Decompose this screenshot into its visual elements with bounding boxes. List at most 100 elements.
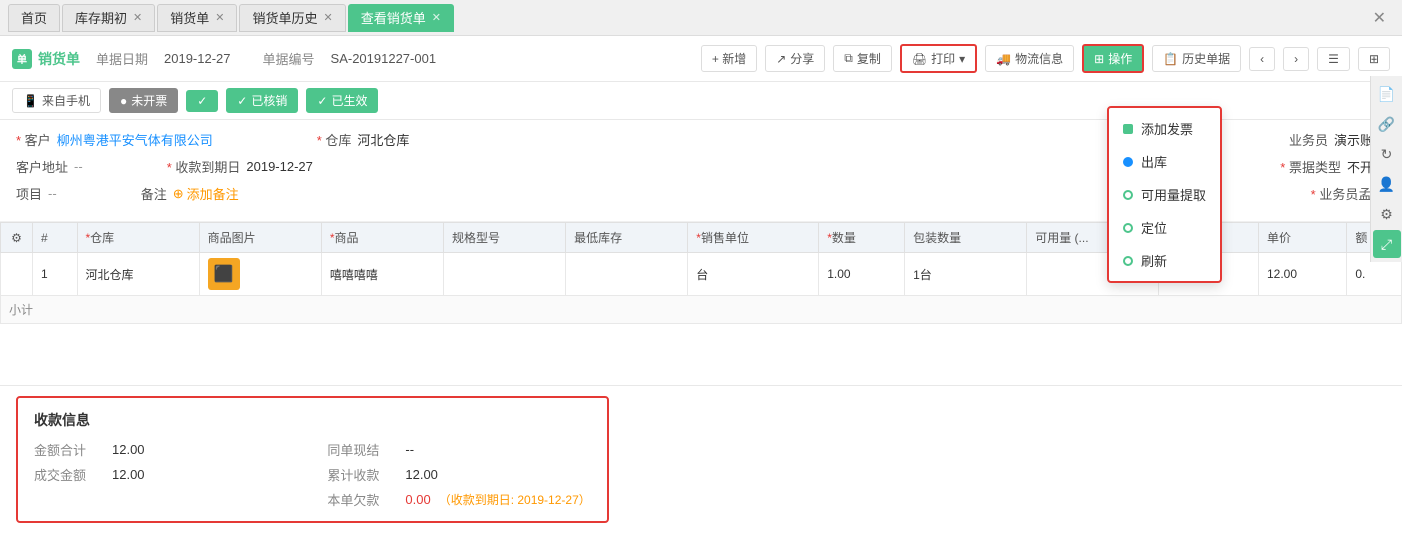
same-order-label: 同单现结 <box>327 440 397 459</box>
note-label: 备注 <box>141 184 167 203</box>
doc-meta: 单据日期 2019-12-27 单据编号 SA-20191227-001 <box>96 49 436 68</box>
right-sidebar: 📄 🔗 ↻ 👤 ⚙ ⤢ <box>1370 76 1402 262</box>
locate-icon <box>1123 223 1133 233</box>
main-close-button[interactable]: ✕ <box>1365 4 1394 32</box>
main-content: 单 销货单 单据日期 2019-12-27 单据编号 SA-20191227-0… <box>0 36 1402 533</box>
number-value: SA-20191227-001 <box>331 51 437 66</box>
sidebar-icon-6[interactable]: ⤢ <box>1373 230 1401 258</box>
note-field: 备注 ⊕ 添加备注 <box>141 184 239 203</box>
sidebar-icon-4[interactable]: 👤 <box>1373 170 1401 198</box>
phone-button[interactable]: 📱 来自手机 <box>12 88 101 113</box>
th-quantity: *数量 <box>819 223 905 253</box>
cumulative-row: 累计收款 12.00 <box>327 465 590 484</box>
warehouse-value: 河北仓库 <box>357 130 409 149</box>
available-qty-label: 可用量提取 <box>1141 185 1206 204</box>
refresh-label: 刷新 <box>1141 251 1167 270</box>
payment-grid: 金额合计 12.00 同单现结 -- 成交金额 12.00 累计收款 12.00… <box>34 440 591 509</box>
tab-history-close[interactable]: ✕ <box>324 11 333 24</box>
th-warehouse: *仓库 <box>77 223 199 253</box>
unopened-button[interactable]: ● 未开票 <box>109 88 178 113</box>
next-button[interactable]: › <box>1283 47 1309 71</box>
sidebar-icon-1[interactable]: 📄 <box>1373 80 1401 108</box>
sold-button[interactable]: ✓ 已核销 <box>226 88 298 113</box>
share-button[interactable]: ↗ 分享 <box>765 45 825 72</box>
operations-button[interactable]: ⊞ 操作 <box>1082 44 1144 73</box>
td-gear <box>1 253 33 296</box>
cumulative-value: 12.00 <box>405 467 438 482</box>
doc-title: 单 销货单 <box>12 49 80 69</box>
address-field: 客户地址 -- <box>16 157 83 176</box>
th-num: # <box>33 223 78 253</box>
prev-button[interactable]: ‹ <box>1249 47 1275 71</box>
tab-sales-history[interactable]: 销货单历史 ✕ <box>239 4 345 32</box>
tab-sales-close[interactable]: ✕ <box>215 11 224 24</box>
toolbar: + 新增 ↗ 分享 ⧉ 复制 🖨 打印 ▾ 🚚 物流信息 ⊞ 操作 <box>701 44 1390 73</box>
subtotal-label: 小计 <box>1 296 1402 324</box>
td-sales-unit: 台 <box>688 253 819 296</box>
same-order-row: 同单现结 -- <box>327 440 590 459</box>
td-pack-qty: 1台 <box>905 253 1027 296</box>
operations-label: 操作 <box>1108 50 1132 67</box>
tab-inventory-close[interactable]: ✕ <box>133 11 142 24</box>
refresh-icon <box>1123 256 1133 266</box>
sidebar-icon-5[interactable]: ⚙ <box>1373 200 1401 228</box>
refresh-item[interactable]: 刷新 <box>1109 244 1220 277</box>
effective-label: 已生效 <box>331 92 367 109</box>
warehouse-field: 仓库 河北仓库 <box>317 130 410 149</box>
tab-sales-order[interactable]: 销货单 ✕ <box>157 4 237 32</box>
add-note-button[interactable]: ⊕ 添加备注 <box>173 184 239 203</box>
unopened-label: 未开票 <box>131 92 167 109</box>
locate-label: 定位 <box>1141 218 1167 237</box>
th-product-img: 商品图片 <box>199 223 321 253</box>
outbound-icon <box>1123 157 1133 167</box>
customer-label: 客户 <box>16 130 51 149</box>
total-amount-row: 金额合计 12.00 <box>34 440 297 459</box>
th-gear: ⚙ <box>1 223 33 253</box>
th-spec: 规格型号 <box>443 223 565 253</box>
logistics-button[interactable]: 🚚 物流信息 <box>985 45 1074 72</box>
add-note-label: 添加备注 <box>187 184 239 203</box>
date-label: 单据日期 <box>96 49 148 68</box>
effective-button[interactable]: ✓ 已生效 <box>306 88 378 113</box>
th-product: *商品 <box>321 223 443 253</box>
check-button[interactable]: ✓ <box>186 90 218 112</box>
phone-label: 来自手机 <box>42 92 90 109</box>
available-qty-item[interactable]: 可用量提取 <box>1109 178 1220 211</box>
sold-label: 已核销 <box>251 92 287 109</box>
customer-value[interactable]: 柳州粤港平安气体有限公司 <box>57 130 213 149</box>
history-icon: 📋 <box>1163 52 1178 66</box>
tab-home[interactable]: 首页 <box>8 4 60 32</box>
history-button[interactable]: 📋 历史单据 <box>1152 45 1241 72</box>
locate-item[interactable]: 定位 <box>1109 211 1220 244</box>
print-button[interactable]: 🖨 打印 ▾ <box>900 44 977 73</box>
bill-type-label: 票据类型 <box>1280 157 1341 176</box>
tab-view-sales[interactable]: 查看销货单 ✕ <box>348 4 454 32</box>
grid-view-button[interactable]: ⊞ <box>1358 47 1390 71</box>
td-min-stock <box>566 253 688 296</box>
subtotal-row: 小计 <box>1 296 1402 324</box>
sidebar-icon-2[interactable]: 🔗 <box>1373 110 1401 138</box>
td-quantity: 1.00 <box>819 253 905 296</box>
list-view-button[interactable]: ☰ <box>1317 47 1350 71</box>
new-button[interactable]: + 新增 <box>701 45 757 72</box>
th-sales-unit: *销售单位 <box>688 223 819 253</box>
add-invoice-item[interactable]: 添加发票 <box>1109 112 1220 145</box>
td-warehouse: 河北仓库 <box>77 253 199 296</box>
project-field: 项目 -- <box>16 184 57 203</box>
list-view-icon: ☰ <box>1328 52 1339 66</box>
sidebar-icon-3[interactable]: ↻ <box>1373 140 1401 168</box>
total-amount-label: 金额合计 <box>34 440 104 459</box>
copy-label: 复制 <box>857 50 881 67</box>
tab-view-close[interactable]: ✕ <box>432 11 441 24</box>
project-label: 项目 <box>16 184 42 203</box>
doc-icon-text: 单 <box>17 51 27 66</box>
current-owed-row: 本单欠款 0.00 （收款到期日: 2019-12-27） <box>327 490 590 509</box>
truck-icon: 🚚 <box>996 52 1011 66</box>
tab-inventory-init[interactable]: 库存期初 ✕ <box>62 4 155 32</box>
total-amount-value: 12.00 <box>112 442 145 457</box>
outbound-item[interactable]: 出库 <box>1109 145 1220 178</box>
number-label: 单据编号 <box>263 49 315 68</box>
cumulative-label: 累计收款 <box>327 465 397 484</box>
copy-button[interactable]: ⧉ 复制 <box>833 45 892 72</box>
tab-view-sales-label: 查看销货单 <box>361 8 426 27</box>
